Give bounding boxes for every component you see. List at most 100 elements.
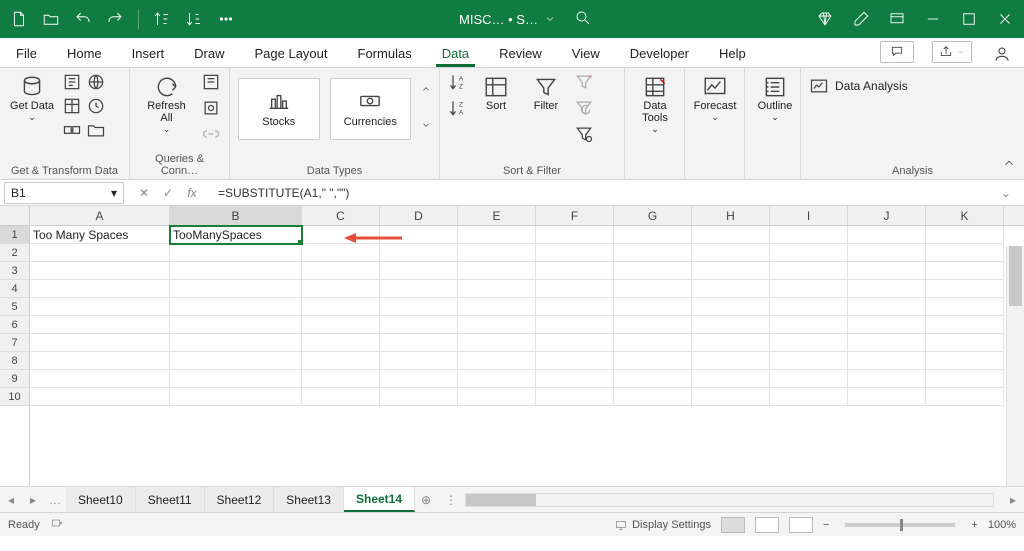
cell-G7[interactable] — [614, 334, 692, 352]
cell-D2[interactable] — [380, 244, 458, 262]
cell-D9[interactable] — [380, 370, 458, 388]
cell-H3[interactable] — [692, 262, 770, 280]
tab-formulas[interactable]: Formulas — [352, 42, 418, 67]
properties-icon[interactable] — [201, 98, 221, 118]
chevron-down-icon[interactable]: ▾ — [111, 186, 117, 200]
column-header-A[interactable]: A — [30, 206, 170, 225]
cell-A3[interactable] — [30, 262, 170, 280]
cell-C3[interactable] — [302, 262, 380, 280]
column-header-K[interactable]: K — [926, 206, 1004, 225]
cell-D10[interactable] — [380, 388, 458, 406]
collapse-ribbon-icon[interactable] — [1002, 156, 1016, 173]
cell-J6[interactable] — [848, 316, 926, 334]
cell-F6[interactable] — [536, 316, 614, 334]
cell-E3[interactable] — [458, 262, 536, 280]
expand-formula-icon[interactable]: ⌄ — [996, 184, 1016, 202]
outline-button[interactable]: Outline ⌄ — [753, 72, 797, 125]
existing-conn-icon[interactable] — [62, 120, 82, 140]
row-header-6[interactable]: 6 — [0, 316, 29, 334]
cell-K7[interactable] — [926, 334, 1004, 352]
filter-button[interactable]: Filter — [524, 72, 568, 114]
enter-formula-icon[interactable]: ✓ — [158, 184, 178, 202]
column-header-I[interactable]: I — [770, 206, 848, 225]
sheet-nav-prev[interactable]: ◂ — [0, 493, 22, 507]
sheet-nav-more[interactable]: … — [44, 493, 66, 507]
cell-C8[interactable] — [302, 352, 380, 370]
cell-J2[interactable] — [848, 244, 926, 262]
column-header-C[interactable]: C — [302, 206, 380, 225]
cell-K10[interactable] — [926, 388, 1004, 406]
reapply-icon[interactable] — [574, 98, 594, 118]
tab-draw[interactable]: Draw — [188, 42, 230, 67]
tab-data[interactable]: Data — [436, 42, 475, 67]
tab-developer[interactable]: Developer — [624, 42, 695, 67]
cell-H8[interactable] — [692, 352, 770, 370]
cell-D4[interactable] — [380, 280, 458, 298]
cell-B9[interactable] — [170, 370, 302, 388]
row-header-7[interactable]: 7 — [0, 334, 29, 352]
cell-A6[interactable] — [30, 316, 170, 334]
cell-B10[interactable] — [170, 388, 302, 406]
page-layout-view-button[interactable] — [755, 517, 779, 533]
cell-K9[interactable] — [926, 370, 1004, 388]
cell-grid[interactable]: Too Many SpacesTooManySpaces — [30, 226, 1024, 486]
cell-B1[interactable]: TooManySpaces — [170, 226, 302, 244]
tab-insert[interactable]: Insert — [126, 42, 171, 67]
cell-I2[interactable] — [770, 244, 848, 262]
row-header-5[interactable]: 5 — [0, 298, 29, 316]
tab-pagelayout[interactable]: Page Layout — [249, 42, 334, 67]
cell-G4[interactable] — [614, 280, 692, 298]
cell-K4[interactable] — [926, 280, 1004, 298]
cell-G3[interactable] — [614, 262, 692, 280]
cell-B3[interactable] — [170, 262, 302, 280]
cell-G2[interactable] — [614, 244, 692, 262]
cell-K3[interactable] — [926, 262, 1004, 280]
sheet-tab-Sheet13[interactable]: Sheet13 — [274, 487, 344, 512]
sheet-tab-Sheet11[interactable]: Sheet11 — [136, 487, 205, 512]
redo-icon[interactable] — [102, 6, 128, 32]
cell-G5[interactable] — [614, 298, 692, 316]
data-tools-button[interactable]: Data Tools ⌄ — [633, 72, 677, 137]
tab-view[interactable]: View — [566, 42, 606, 67]
cell-D1[interactable] — [380, 226, 458, 244]
cell-I1[interactable] — [770, 226, 848, 244]
column-header-B[interactable]: B — [170, 206, 302, 225]
cell-A1[interactable]: Too Many Spaces — [30, 226, 170, 244]
recent-sources-icon[interactable] — [86, 96, 106, 116]
column-header-H[interactable]: H — [692, 206, 770, 225]
cell-E10[interactable] — [458, 388, 536, 406]
forecast-button[interactable]: Forecast ⌄ — [693, 72, 737, 125]
queries-icon[interactable] — [201, 72, 221, 92]
cell-H9[interactable] — [692, 370, 770, 388]
currencies-button[interactable]: Currencies — [330, 78, 412, 140]
cell-E7[interactable] — [458, 334, 536, 352]
cell-B6[interactable] — [170, 316, 302, 334]
tab-file[interactable]: File — [10, 42, 43, 67]
cell-I7[interactable] — [770, 334, 848, 352]
column-header-D[interactable]: D — [380, 206, 458, 225]
cell-F7[interactable] — [536, 334, 614, 352]
diamond-icon[interactable] — [812, 6, 838, 32]
comments-button[interactable] — [880, 41, 914, 63]
clear-filter-icon[interactable] — [574, 72, 594, 92]
zoom-out-button[interactable]: − — [823, 519, 829, 531]
cell-K1[interactable] — [926, 226, 1004, 244]
cell-F2[interactable] — [536, 244, 614, 262]
cell-E1[interactable] — [458, 226, 536, 244]
cell-K2[interactable] — [926, 244, 1004, 262]
cell-H7[interactable] — [692, 334, 770, 352]
row-header-8[interactable]: 8 — [0, 352, 29, 370]
cell-I6[interactable] — [770, 316, 848, 334]
cell-J4[interactable] — [848, 280, 926, 298]
cell-G8[interactable] — [614, 352, 692, 370]
stocks-button[interactable]: Stocks — [238, 78, 320, 140]
maximize-icon[interactable] — [956, 6, 982, 32]
cell-J9[interactable] — [848, 370, 926, 388]
cell-H1[interactable] — [692, 226, 770, 244]
refresh-all-button[interactable]: Refresh All ⌄ — [138, 72, 195, 137]
zoom-slider[interactable] — [845, 523, 955, 527]
vertical-scrollbar[interactable] — [1006, 246, 1024, 486]
from-text-icon[interactable] — [62, 72, 82, 92]
cell-I8[interactable] — [770, 352, 848, 370]
sort-z-a-icon[interactable]: ZA — [448, 98, 468, 118]
